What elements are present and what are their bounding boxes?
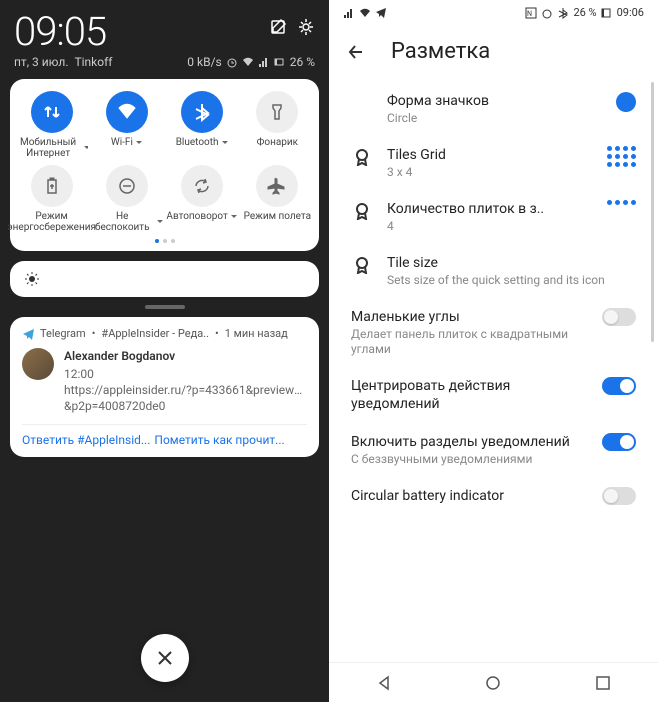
flashlight-icon [267, 102, 287, 122]
signal-icon [343, 7, 355, 19]
tile-airplane[interactable]: Режим полета [241, 165, 313, 233]
toggle-switch[interactable] [602, 433, 636, 451]
telegram-icon [375, 7, 387, 19]
circle-preview-icon [616, 92, 636, 112]
battery-pct: 26 % [290, 55, 315, 69]
nav-recent-icon[interactable] [595, 675, 611, 691]
badge-icon [353, 202, 371, 220]
toggle-switch[interactable] [602, 377, 636, 395]
setting-tiles-grid[interactable]: Tiles Grid3 x 4 [329, 136, 658, 190]
nfc-icon: N [525, 7, 537, 19]
scrollbar[interactable] [651, 82, 654, 342]
setting-tile-size[interactable]: Tile sizeSets size of the quick setting … [329, 244, 658, 298]
tile-flashlight[interactable]: Фонарик [241, 91, 313, 159]
nav-home-icon[interactable] [485, 675, 501, 691]
chevron-down-icon [156, 218, 163, 226]
wifi-icon [117, 102, 137, 122]
back-icon[interactable] [347, 42, 367, 62]
telegram-icon [22, 328, 34, 340]
gear-icon[interactable] [297, 18, 315, 36]
wifi-icon [359, 7, 371, 19]
net-speed: 0 kB/s [187, 55, 221, 69]
date: пт, 3 июл. [14, 55, 69, 69]
svg-text:N: N [527, 10, 532, 18]
status-subheader: пт, 3 июл. Tinkoff 0 kB/s 26 % [0, 55, 329, 79]
brightness-slider-card[interactable] [10, 261, 319, 297]
tile-mobile-data[interactable]: Мобильный Интернет [16, 91, 88, 159]
app-bar: Разметка [329, 25, 658, 82]
row-preview-icon [607, 200, 636, 205]
left-phone-notification-shade: 09:05 пт, 3 июл. Tinkoff 0 kB/s 26 % Моб… [0, 0, 329, 702]
chevron-down-icon [83, 144, 88, 152]
settings-list: Форма значковCircle Tiles Grid3 x 4 Коли… [329, 82, 658, 515]
battery-icon [601, 7, 613, 19]
rotate-icon [192, 176, 212, 196]
brightness-icon [24, 271, 40, 287]
setting-tile-count[interactable]: Количество плиток в з..4 [329, 190, 658, 244]
carrier: Tinkoff [74, 55, 112, 69]
airplane-icon [267, 176, 287, 196]
notification-card[interactable]: Telegram• #AppleInsider - Реда..• 1 мин … [10, 317, 319, 457]
setting-center-actions[interactable]: Центрировать действия уведомлений [329, 367, 658, 423]
tile-wifi[interactable]: Wi-Fi [91, 91, 163, 159]
reply-action[interactable]: Ответить #AppleInsid... [22, 433, 150, 447]
right-phone-settings: N 26 % 09:06 Разметка Форма значковCircl… [329, 0, 658, 702]
avatar [22, 348, 54, 380]
drag-handle[interactable] [145, 305, 185, 309]
tile-autorotate[interactable]: Автоповорот [166, 165, 238, 233]
mark-read-action[interactable]: Пометить как прочит... [154, 433, 284, 447]
close-button[interactable] [141, 634, 189, 682]
tile-dnd[interactable]: Не беспокоить [91, 165, 163, 233]
chevron-down-icon [221, 139, 229, 147]
alarm-icon [541, 7, 553, 19]
tile-bluetooth[interactable]: Bluetooth [166, 91, 238, 159]
setting-icon-shape[interactable]: Форма значковCircle [329, 82, 658, 136]
battery-icon [42, 176, 62, 196]
setting-small-corners[interactable]: Маленькие углыДелает панель плиток с ква… [329, 298, 658, 367]
clock: 09:05 [14, 8, 106, 55]
status-bar: N 26 % 09:06 [329, 0, 658, 25]
close-icon [157, 650, 173, 666]
tile-battery-saver[interactable]: Режим энергосбережения [16, 165, 88, 233]
quick-settings-panel: Мобильный Интернет Wi-Fi Bluetooth Фонар… [10, 79, 319, 251]
alarm-icon [226, 56, 238, 68]
notification-sender: Alexander Bogdanov [64, 348, 307, 364]
bluetooth-icon [192, 102, 212, 122]
chevron-down-icon [230, 213, 238, 221]
battery-icon [274, 56, 286, 68]
grid-preview-icon [607, 146, 636, 167]
edit-icon[interactable] [269, 18, 287, 36]
notification-actions: Ответить #AppleInsid... Пометить как про… [22, 424, 307, 447]
status-header: 09:05 [0, 0, 329, 55]
chevron-down-icon [135, 139, 143, 147]
notification-header: Telegram• #AppleInsider - Реда..• 1 мин … [22, 327, 307, 340]
signal-icon [258, 56, 270, 68]
data-swap-icon [42, 102, 62, 122]
dnd-icon [117, 176, 137, 196]
bluetooth-icon [557, 7, 569, 19]
badge-icon [353, 148, 371, 166]
wifi-icon [242, 56, 254, 68]
setting-circular-battery[interactable]: Circular battery indicator [329, 477, 658, 515]
setting-notification-sections[interactable]: Включить разделы уведомленийС беззвучным… [329, 423, 658, 477]
navigation-bar [329, 662, 658, 702]
page-indicator [14, 239, 315, 243]
page-title: Разметка [391, 39, 490, 64]
toggle-switch[interactable] [602, 487, 636, 505]
toggle-switch[interactable] [602, 308, 636, 326]
badge-icon [353, 256, 371, 274]
nav-back-icon[interactable] [376, 675, 392, 691]
